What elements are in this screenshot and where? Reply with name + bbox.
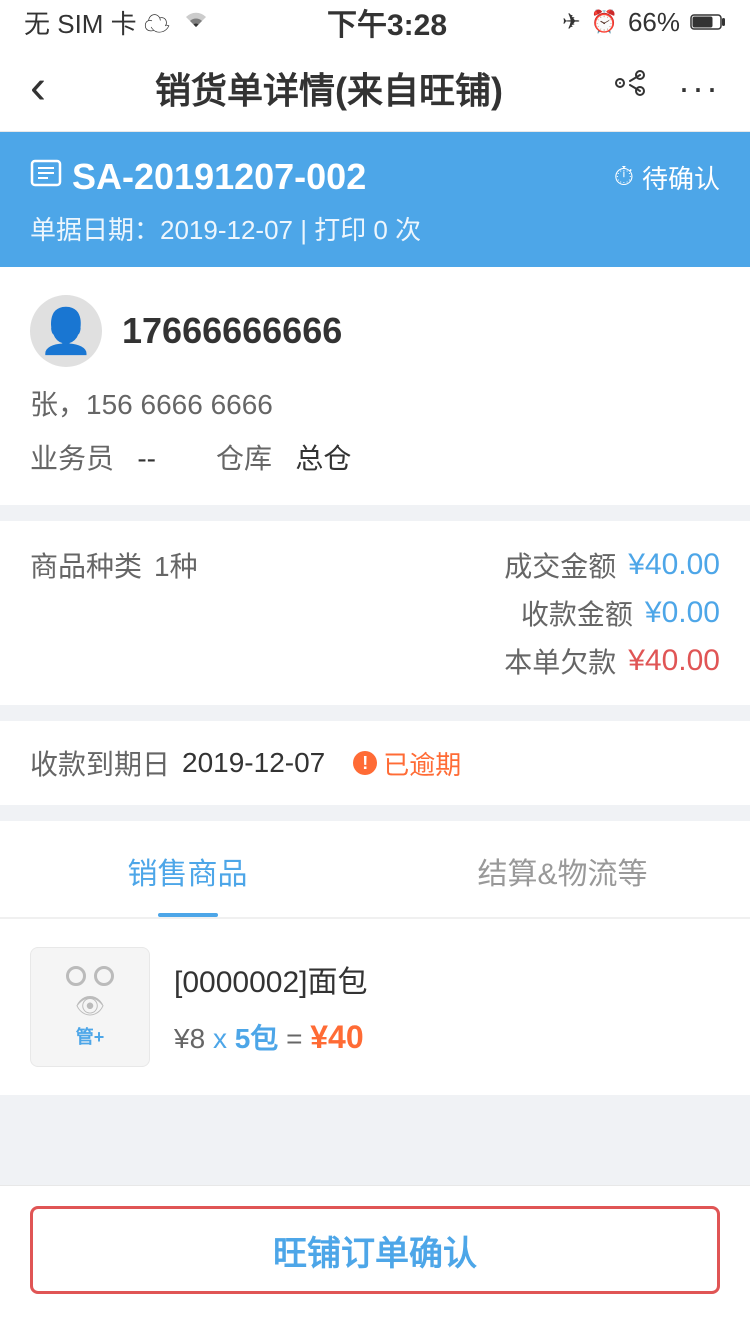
tab-sales-products[interactable]: 销售商品: [0, 821, 375, 917]
warehouse-label: 仓库: [216, 443, 272, 474]
alarm-icon: ⏰: [591, 9, 618, 35]
status-time: 下午3:28: [327, 0, 447, 44]
product-thumbnail: 👁 管+: [30, 947, 150, 1067]
summary-left: 商品种类 1种: [30, 545, 198, 585]
deal-amount-row: 成交金额 ¥40.00: [504, 545, 720, 585]
tabs-row: 销售商品 结算&物流等: [0, 821, 750, 919]
warehouse-info: 仓库 总仓: [216, 437, 351, 477]
salesperson-info: 业务员 --: [30, 437, 156, 477]
back-button[interactable]: ‹: [30, 60, 46, 115]
order-banner: SA-20191207-002 ⏱ 待确认 单据日期：2019-12-07 | …: [0, 132, 750, 267]
status-left: 无 SIM 卡 ☁: [24, 4, 212, 41]
status-text: 待确认: [642, 159, 720, 196]
product-types-label: 商品种类: [30, 545, 142, 585]
warehouse-value: 总仓: [295, 443, 351, 474]
owed-amount-value: ¥40.00: [628, 644, 720, 678]
avatar: 👤: [30, 295, 102, 367]
order-icon: [30, 159, 62, 195]
owed-amount-label: 本单欠款: [504, 641, 616, 681]
tabs-section: 销售商品 结算&物流等 👁 管+ [0000002]面包: [0, 821, 750, 1095]
due-date-value: 2019-12-07: [182, 747, 325, 779]
summary-right: 成交金额 ¥40.00 收款金额 ¥0.00 本单欠款 ¥40.00: [504, 545, 720, 681]
order-status: ⏱ 待确认: [614, 159, 720, 196]
summary-section: 商品种类 1种 成交金额 ¥40.00 收款金额 ¥0.00 本单欠款 ¥40.…: [0, 521, 750, 705]
due-date-label: 收款到期日: [30, 743, 170, 783]
customer-section: 👤 17666666666 张，156 6666 6666 业务员 -- 仓库 …: [0, 267, 750, 505]
order-id: SA-20191207-002: [30, 156, 366, 198]
clock-icon: ⏱: [614, 161, 634, 193]
deal-amount-value: ¥40.00: [628, 548, 720, 582]
wifi-icon: [180, 7, 212, 38]
share-icon[interactable]: [612, 65, 648, 110]
order-id-text: SA-20191207-002: [72, 156, 366, 198]
product-price: ¥8 x 5包 = ¥40: [174, 1017, 720, 1057]
confirm-order-button[interactable]: 旺铺订单确认: [30, 1206, 720, 1294]
status-right: ✈ ⏰ 66%: [562, 7, 726, 38]
quantity: 5包: [235, 1023, 279, 1054]
equals-icon: =: [286, 1023, 302, 1054]
salesperson-value: --: [137, 443, 156, 474]
tab-settlement[interactable]: 结算&物流等: [375, 821, 750, 917]
overdue-badge: ! 已逾期: [353, 745, 461, 782]
bottom-bar: 旺铺订单确认: [0, 1185, 750, 1334]
multiply-icon: x: [213, 1023, 227, 1054]
due-date-section: 收款到期日 2019-12-07 ! 已逾期: [0, 721, 750, 805]
battery-icon: [690, 7, 726, 38]
total-price: ¥40: [310, 1019, 363, 1055]
page-title: 销货单详情(来自旺铺): [155, 62, 503, 114]
receipt-amount-label: 收款金额: [521, 593, 633, 633]
owed-amount-row: 本单欠款 ¥40.00: [504, 641, 720, 681]
deal-amount-label: 成交金额: [504, 545, 616, 585]
nav-bar: ‹ 销货单详情(来自旺铺) ···: [0, 44, 750, 132]
unit-price: ¥8: [174, 1023, 205, 1054]
status-bar: 无 SIM 卡 ☁ 下午3:28 ✈ ⏰ 66%: [0, 0, 750, 44]
product-name: [0000002]面包: [174, 957, 720, 1001]
salesperson-label: 业务员: [30, 443, 114, 474]
receipt-amount-value: ¥0.00: [645, 596, 720, 630]
more-icon[interactable]: ···: [678, 67, 720, 109]
receipt-amount-row: 收款金额 ¥0.00: [521, 593, 720, 633]
customer-detail: 张，156 6666 6666: [30, 383, 720, 423]
overdue-text: 已逾期: [383, 745, 461, 782]
product-info: [0000002]面包 ¥8 x 5包 = ¥40: [174, 957, 720, 1057]
order-meta: 单据日期：2019-12-07 | 打印 0 次: [30, 210, 720, 247]
customer-phone: 17666666666: [122, 310, 342, 352]
product-types-row: 商品种类 1种: [30, 545, 198, 585]
no-sim-text: 无 SIM 卡 ☁: [24, 4, 170, 41]
nav-actions: ···: [612, 65, 720, 110]
product-list: 👁 管+ [0000002]面包 ¥8 x 5包 = ¥40: [0, 919, 750, 1095]
product-types-value: 1种: [154, 545, 198, 585]
avatar-icon: 👤: [39, 305, 94, 357]
overdue-icon: !: [353, 751, 377, 775]
table-row: 👁 管+ [0000002]面包 ¥8 x 5包 = ¥40: [30, 947, 720, 1067]
battery-text: 66%: [628, 7, 680, 38]
location-icon: ✈: [562, 9, 580, 35]
